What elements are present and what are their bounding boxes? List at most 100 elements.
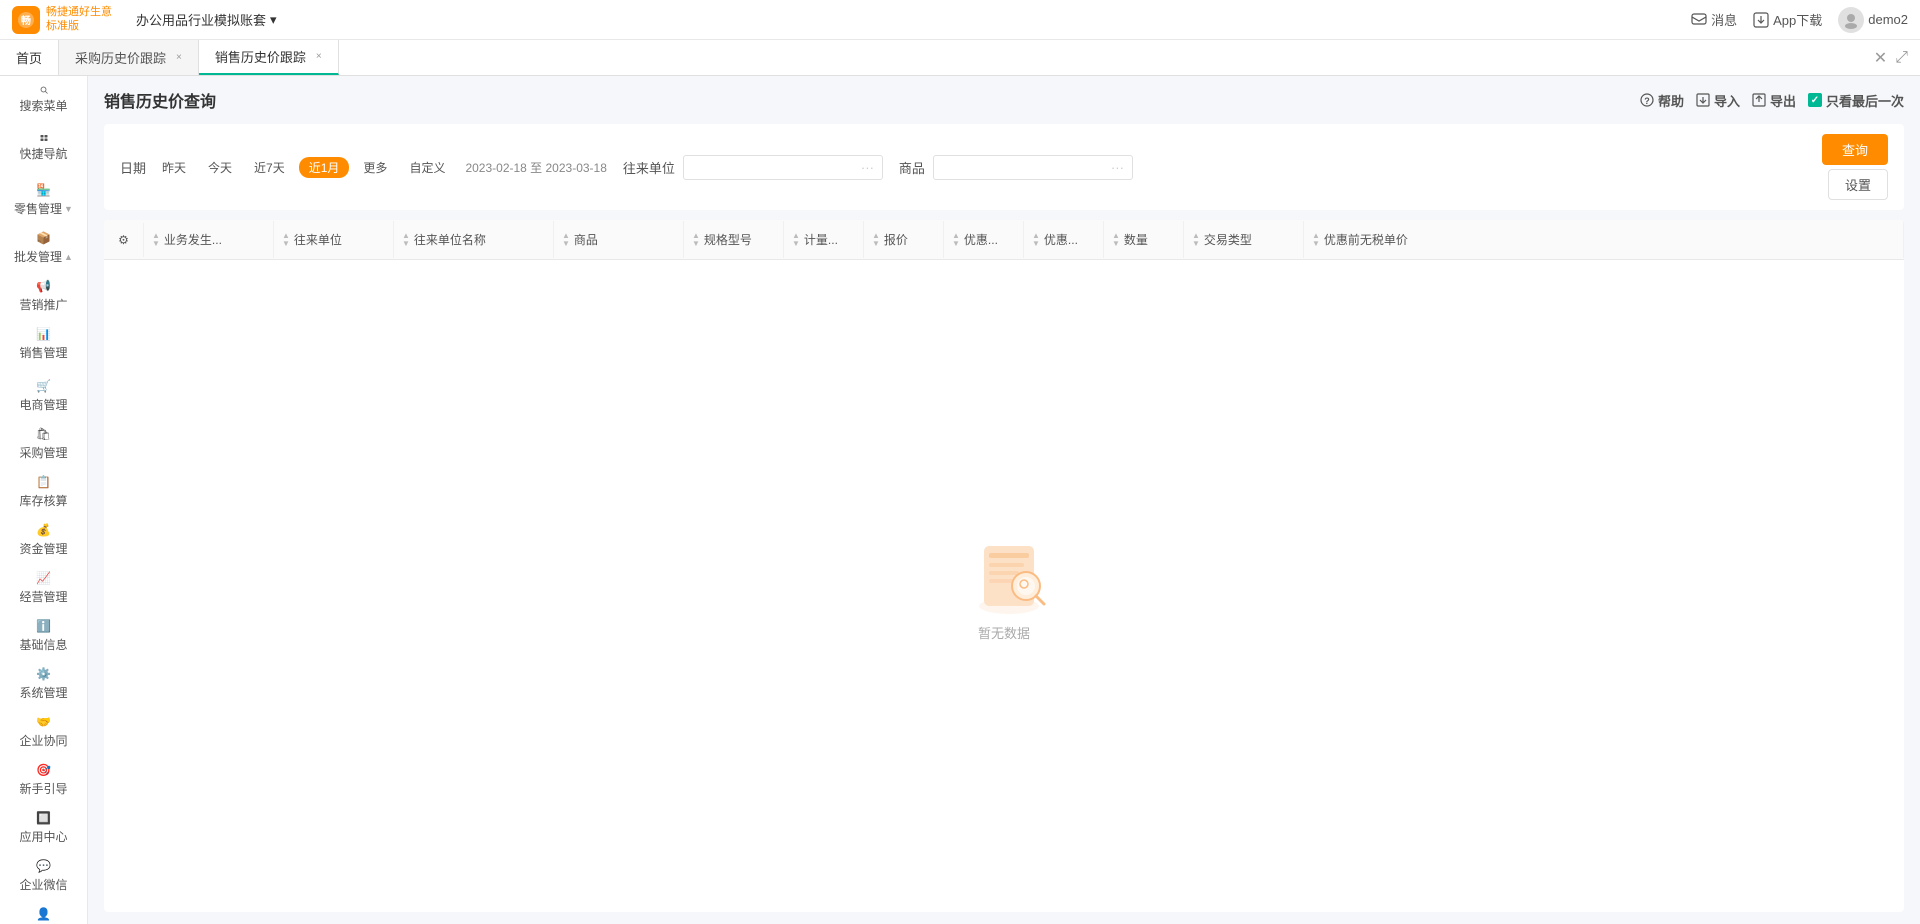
tab-home[interactable]: 首页 xyxy=(0,40,59,75)
th-price[interactable]: ▲▼ 报价 xyxy=(864,221,944,258)
topbar: 畅 畅捷通好生意 标准版 办公用品行业模拟账套 ▾ 消息 App下载 demo2 xyxy=(0,0,1920,40)
sidebar-label-search: 搜索菜单 xyxy=(19,97,67,114)
sidebar-label-retail: 零售管理 xyxy=(14,200,62,217)
th-spec[interactable]: ▲▼ 规格型号 xyxy=(684,221,784,258)
sales-icon: 📊 xyxy=(36,327,51,341)
filter-actions: 查询 设置 xyxy=(1822,134,1888,200)
filter-bar: 日期 昨天 今天 近7天 近1月 更多 自定义 2023-02-18 至 202… xyxy=(104,124,1904,210)
sidebar-label-wholesale: 批发管理 xyxy=(14,248,62,265)
sidebar-item-system[interactable]: ⚙️ 系统管理 xyxy=(0,660,87,708)
sidebar-label-ecommerce: 电商管理 xyxy=(19,396,67,413)
sidebar-label-wechat: 企业微信 xyxy=(19,876,67,893)
checkbox-icon: ✓ xyxy=(1808,93,1822,107)
date-btn-yesterday[interactable]: 昨天 xyxy=(154,157,194,178)
wechat-icon: 💬 xyxy=(36,859,51,873)
ecommerce-icon: 🛒 xyxy=(36,379,51,393)
product-input[interactable]: ··· xyxy=(933,155,1133,180)
sidebar-item-member[interactable]: 👤 畅会员 xyxy=(0,900,87,924)
sort-icon-unit-name: ▲▼ xyxy=(402,232,410,248)
tab1-close[interactable]: × xyxy=(176,52,182,63)
tab-close-window[interactable]: ✕ xyxy=(1874,48,1887,68)
only-last-checkbox[interactable]: ✓ 只看最后一次 xyxy=(1808,91,1904,110)
th-settings[interactable]: ⚙ xyxy=(104,223,144,257)
th-unit-id[interactable]: ▲▼ 往来单位 xyxy=(274,221,394,258)
sort-icon-trade: ▲▼ xyxy=(1192,232,1200,248)
date-btn-7days[interactable]: 近7天 xyxy=(246,157,293,178)
sidebar-item-marketing[interactable]: 📢 营销推广 xyxy=(0,272,87,320)
sidebar-item-guide[interactable]: 🎯 新手引导 xyxy=(0,756,87,804)
system-icon: ⚙️ xyxy=(36,667,51,681)
app-selector[interactable]: 办公用品行业模拟账套 ▾ xyxy=(136,10,277,29)
sidebar-item-retail[interactable]: 🏪 零售管理 ▼ xyxy=(0,176,87,224)
sidebar-item-enterprise[interactable]: 🤝 企业协同 xyxy=(0,708,87,756)
logo-text: 畅捷通好生意 标准版 xyxy=(46,6,112,32)
sidebar-label-finance: 资金管理 xyxy=(19,540,67,557)
sidebar-item-app[interactable]: 🔲 应用中心 xyxy=(0,804,87,852)
settings-btn[interactable]: 设置 xyxy=(1828,169,1888,200)
marketing-icon: 📢 xyxy=(36,279,51,293)
sidebar-item-search[interactable]: 搜索菜单 xyxy=(0,76,87,124)
message-btn[interactable]: 消息 xyxy=(1691,10,1737,29)
date-label: 日期 xyxy=(120,158,146,177)
th-qty[interactable]: ▲▼ 数量 xyxy=(1104,221,1184,258)
unit-input-dots: ··· xyxy=(861,160,874,175)
sidebar-label-nav: 快捷导航 xyxy=(19,145,67,162)
th-trade[interactable]: ▲▼ 交易类型 xyxy=(1184,221,1304,258)
sidebar-item-nav[interactable]: 快捷导航 xyxy=(0,124,87,172)
wholesale-icon: 📦 xyxy=(36,231,51,245)
date-btn-today[interactable]: 今天 xyxy=(200,157,240,178)
main-layout: 搜索菜单 快捷导航 🏪 零售管理 ▼ 📦 批发管理 ▲ 📢 营销推广 📊 xyxy=(0,76,1920,924)
app-icon: 🔲 xyxy=(36,811,51,825)
sidebar-label-system: 系统管理 xyxy=(19,684,67,701)
th-discount1[interactable]: ▲▼ 优惠... xyxy=(944,221,1024,258)
user-area[interactable]: demo2 xyxy=(1838,7,1908,33)
sidebar-label-inventory: 库存核算 xyxy=(19,492,67,509)
unit-label: 往来单位 xyxy=(623,158,675,177)
th-unit-name[interactable]: ▲▼ 往来单位名称 xyxy=(394,221,554,258)
tab2-close[interactable]: × xyxy=(316,51,322,62)
unit-input[interactable]: ··· xyxy=(683,155,883,180)
tab-maximize[interactable]: ⤢ xyxy=(1895,49,1908,67)
svg-text:?: ? xyxy=(1644,96,1650,106)
sort-icon-discount1: ▲▼ xyxy=(952,232,960,248)
settings-gear-icon: ⚙ xyxy=(118,233,129,247)
empty-illustration xyxy=(964,531,1044,611)
sidebar-item-basic[interactable]: ℹ️ 基础信息 xyxy=(0,612,87,660)
sort-icon-price: ▲▼ xyxy=(872,232,880,248)
sidebar: 搜索菜单 快捷导航 🏪 零售管理 ▼ 📦 批发管理 ▲ 📢 营销推广 📊 xyxy=(0,76,88,924)
sidebar-item-ecommerce[interactable]: 🛒 电商管理 xyxy=(0,372,87,420)
tab-sales-history[interactable]: 销售历史价跟踪 × xyxy=(199,40,339,75)
sidebar-item-sales[interactable]: 📊 销售管理 xyxy=(0,320,87,368)
import-btn[interactable]: 导入 xyxy=(1696,91,1740,110)
empty-text: 暂无数据 xyxy=(978,623,1030,642)
dropdown-icon: ▾ xyxy=(270,12,277,28)
product-filter-group: 商品 ··· xyxy=(899,155,1133,180)
th-unit-measure[interactable]: ▲▼ 计量... xyxy=(784,221,864,258)
help-btn[interactable]: ? 帮助 xyxy=(1640,91,1684,110)
export-btn[interactable]: 导出 xyxy=(1752,91,1796,110)
tab2-label: 销售历史价跟踪 xyxy=(215,47,306,66)
date-btn-1month[interactable]: 近1月 xyxy=(299,157,350,178)
tab-actions: ✕ ⤢ xyxy=(1874,40,1920,75)
query-btn[interactable]: 查询 xyxy=(1822,134,1888,165)
date-btn-custom[interactable]: 自定义 xyxy=(401,157,453,178)
th-discount2[interactable]: ▲▼ 优惠... xyxy=(1024,221,1104,258)
sidebar-label-sales: 销售管理 xyxy=(19,344,67,361)
sidebar-item-purchase[interactable]: 🛍 采购管理 xyxy=(0,420,87,468)
date-btn-more[interactable]: 更多 xyxy=(355,157,395,178)
page-container: 销售历史价查询 ? 帮助 导入 导出 ✓ xyxy=(88,76,1920,924)
sidebar-item-wholesale[interactable]: 📦 批发管理 ▲ xyxy=(0,224,87,272)
download-btn[interactable]: App下载 xyxy=(1753,10,1822,29)
th-date[interactable]: ▲▼ 业务发生... xyxy=(144,221,274,258)
sidebar-item-wechat[interactable]: 💬 企业微信 xyxy=(0,852,87,900)
th-no-tax[interactable]: ▲▼ 优惠前无税单价 xyxy=(1304,221,1904,258)
sidebar-item-operations[interactable]: 📈 经营管理 xyxy=(0,564,87,612)
tab-purchase-history[interactable]: 采购历史价跟踪 × xyxy=(59,40,199,75)
sidebar-item-inventory[interactable]: 📋 库存核算 xyxy=(0,468,87,516)
th-product[interactable]: ▲▼ 商品 xyxy=(554,221,684,258)
home-tab-label: 首页 xyxy=(16,48,42,67)
topbar-left: 畅 畅捷通好生意 标准版 办公用品行业模拟账套 ▾ xyxy=(12,6,277,34)
tab1-label: 采购历史价跟踪 xyxy=(75,48,166,67)
sort-icon-discount2: ▲▼ xyxy=(1032,232,1040,248)
sidebar-item-finance[interactable]: 💰 资金管理 xyxy=(0,516,87,564)
